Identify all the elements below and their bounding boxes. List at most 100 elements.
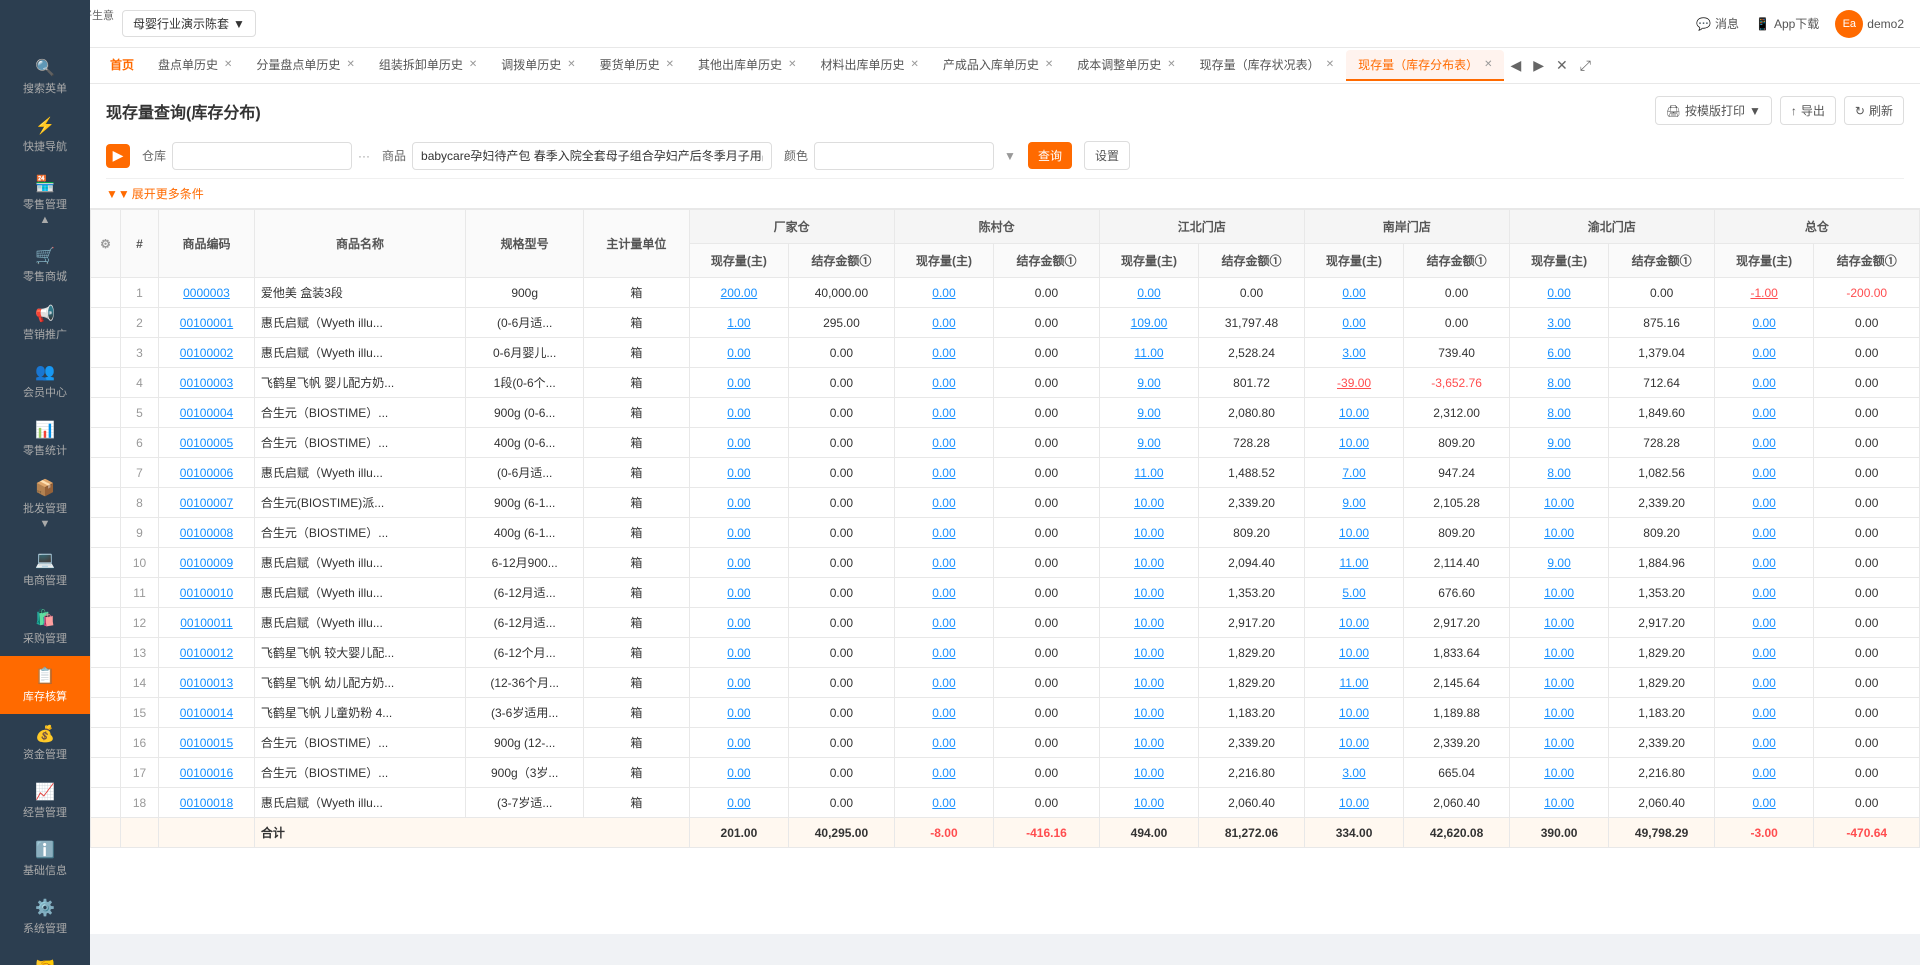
row-c-stock[interactable]: 0.00	[894, 428, 994, 458]
row-na-stock[interactable]: -39.00	[1304, 368, 1404, 398]
sidebar-item-search[interactable]: 🔍 搜索英单	[0, 48, 90, 106]
row-jb-stock[interactable]: 10.00	[1099, 578, 1199, 608]
tab-close-assembly[interactable]: ✕	[469, 59, 477, 70]
row-t-stock[interactable]: 0.00	[1714, 548, 1814, 578]
row-t-stock[interactable]: 0.00	[1714, 668, 1814, 698]
row-jb-stock[interactable]: 0.00	[1099, 278, 1199, 308]
query-btn[interactable]: 查询	[1028, 142, 1072, 169]
row-code[interactable]: 00100005	[159, 428, 255, 458]
row-f-stock[interactable]: 1.00	[689, 308, 789, 338]
row-c-stock[interactable]: 0.00	[894, 338, 994, 368]
sidebar-item-ecommerce[interactable]: 💻 电商管理	[0, 540, 90, 598]
row-yb-stock[interactable]: 3.00	[1509, 308, 1609, 338]
tab-nav-next[interactable]: ▶	[1527, 53, 1550, 78]
row-c-stock[interactable]: 0.00	[894, 728, 994, 758]
sidebar-item-basic[interactable]: ℹ️ 基础信息	[0, 830, 90, 888]
sidebar-item-marketing[interactable]: 📢 营销推广	[0, 294, 90, 352]
row-na-stock[interactable]: 10.00	[1304, 788, 1404, 818]
row-f-stock[interactable]: 0.00	[689, 578, 789, 608]
sidebar-item-collab[interactable]: 🤝 企业协同	[0, 946, 90, 965]
row-code[interactable]: 00100011	[159, 608, 255, 638]
tab-product-in[interactable]: 产成品入库单历史 ✕	[931, 50, 1065, 81]
row-f-stock[interactable]: 0.00	[689, 518, 789, 548]
row-jb-stock[interactable]: 10.00	[1099, 548, 1199, 578]
row-jb-stock[interactable]: 10.00	[1099, 608, 1199, 638]
tab-close-transfer[interactable]: ✕	[567, 59, 575, 70]
row-na-stock[interactable]: 5.00	[1304, 578, 1404, 608]
row-t-stock[interactable]: 0.00	[1714, 398, 1814, 428]
row-yb-stock[interactable]: 9.00	[1509, 428, 1609, 458]
row-jb-stock[interactable]: 10.00	[1099, 668, 1199, 698]
row-na-stock[interactable]: 3.00	[1304, 338, 1404, 368]
row-c-stock[interactable]: 0.00	[894, 398, 994, 428]
row-yb-stock[interactable]: 6.00	[1509, 338, 1609, 368]
row-f-stock[interactable]: 0.00	[689, 428, 789, 458]
row-t-stock[interactable]: 0.00	[1714, 608, 1814, 638]
row-na-stock[interactable]: 10.00	[1304, 398, 1404, 428]
row-c-stock[interactable]: 0.00	[894, 698, 994, 728]
row-f-stock[interactable]: 0.00	[689, 548, 789, 578]
row-na-stock[interactable]: 9.00	[1304, 488, 1404, 518]
row-t-stock[interactable]: 0.00	[1714, 698, 1814, 728]
row-na-stock[interactable]: 10.00	[1304, 638, 1404, 668]
tab-requisition[interactable]: 要货单历史 ✕	[588, 50, 686, 81]
row-c-stock[interactable]: 0.00	[894, 758, 994, 788]
sidebar-item-retail-mgmt[interactable]: 🏪 零售管理 ▲	[0, 164, 90, 236]
row-c-stock[interactable]: 0.00	[894, 668, 994, 698]
row-code[interactable]: 00100003	[159, 368, 255, 398]
gear-icon[interactable]: ⚙	[100, 237, 111, 251]
sidebar-item-retail-stats[interactable]: 📊 零售统计	[0, 410, 90, 468]
refresh-btn[interactable]: ↻ 刷新	[1844, 96, 1904, 125]
row-na-stock[interactable]: 10.00	[1304, 608, 1404, 638]
sidebar-item-inventory[interactable]: 📋 库存核算	[0, 656, 90, 714]
user-menu[interactable]: Ea demo2	[1835, 10, 1904, 38]
row-yb-stock[interactable]: 10.00	[1509, 518, 1609, 548]
tab-close-requisition[interactable]: ✕	[666, 59, 674, 70]
row-na-stock[interactable]: 10.00	[1304, 518, 1404, 548]
tab-expand[interactable]: ⤢	[1574, 53, 1597, 78]
row-c-stock[interactable]: 0.00	[894, 458, 994, 488]
row-na-stock[interactable]: 10.00	[1304, 698, 1404, 728]
sidebar-item-finance[interactable]: 💰 资金管理	[0, 714, 90, 772]
tab-inventory-check[interactable]: 盘点单历史 ✕	[146, 50, 244, 81]
row-t-stock[interactable]: 0.00	[1714, 368, 1814, 398]
print-btn[interactable]: 🖨 按模版打印 ▼	[1655, 96, 1772, 125]
tab-close-product-in[interactable]: ✕	[1045, 59, 1053, 70]
row-t-stock[interactable]: 0.00	[1714, 578, 1814, 608]
row-yb-stock[interactable]: 10.00	[1509, 608, 1609, 638]
tab-home[interactable]: 首页	[98, 50, 146, 81]
tab-close-inventory-check[interactable]: ✕	[224, 59, 232, 70]
row-c-stock[interactable]: 0.00	[894, 518, 994, 548]
row-yb-stock[interactable]: 10.00	[1509, 728, 1609, 758]
row-f-stock[interactable]: 0.00	[689, 608, 789, 638]
row-code[interactable]: 00100001	[159, 308, 255, 338]
tab-cost-adjust[interactable]: 成本调整单历史 ✕	[1065, 50, 1187, 81]
row-code[interactable]: 00100004	[159, 398, 255, 428]
row-yb-stock[interactable]: 10.00	[1509, 578, 1609, 608]
row-f-stock[interactable]: 0.00	[689, 638, 789, 668]
row-t-stock[interactable]: 0.00	[1714, 638, 1814, 668]
row-t-stock[interactable]: -1.00	[1714, 278, 1814, 308]
sidebar-item-operation[interactable]: 📈 经营管理	[0, 772, 90, 830]
row-code[interactable]: 00100006	[159, 458, 255, 488]
row-code[interactable]: 00100012	[159, 638, 255, 668]
tab-stock-status[interactable]: 现存量（库存状况表） ✕	[1188, 50, 1346, 81]
row-t-stock[interactable]: 0.00	[1714, 458, 1814, 488]
row-na-stock[interactable]: 11.00	[1304, 668, 1404, 698]
row-na-stock[interactable]: 7.00	[1304, 458, 1404, 488]
row-jb-stock[interactable]: 9.00	[1099, 398, 1199, 428]
row-jb-stock[interactable]: 10.00	[1099, 758, 1199, 788]
row-f-stock[interactable]: 0.00	[689, 458, 789, 488]
tab-close-stock-dist[interactable]: ✕	[1484, 59, 1492, 70]
row-f-stock[interactable]: 0.00	[689, 728, 789, 758]
tab-close-partial-check[interactable]: ✕	[346, 59, 354, 70]
row-yb-stock[interactable]: 0.00	[1509, 278, 1609, 308]
row-jb-stock[interactable]: 11.00	[1099, 338, 1199, 368]
row-f-stock[interactable]: 0.00	[689, 398, 789, 428]
tab-partial-check[interactable]: 分量盘点单历史 ✕	[244, 50, 366, 81]
row-yb-stock[interactable]: 10.00	[1509, 638, 1609, 668]
row-code[interactable]: 00100008	[159, 518, 255, 548]
row-code[interactable]: 00100014	[159, 698, 255, 728]
row-jb-stock[interactable]: 10.00	[1099, 698, 1199, 728]
row-na-stock[interactable]: 10.00	[1304, 428, 1404, 458]
